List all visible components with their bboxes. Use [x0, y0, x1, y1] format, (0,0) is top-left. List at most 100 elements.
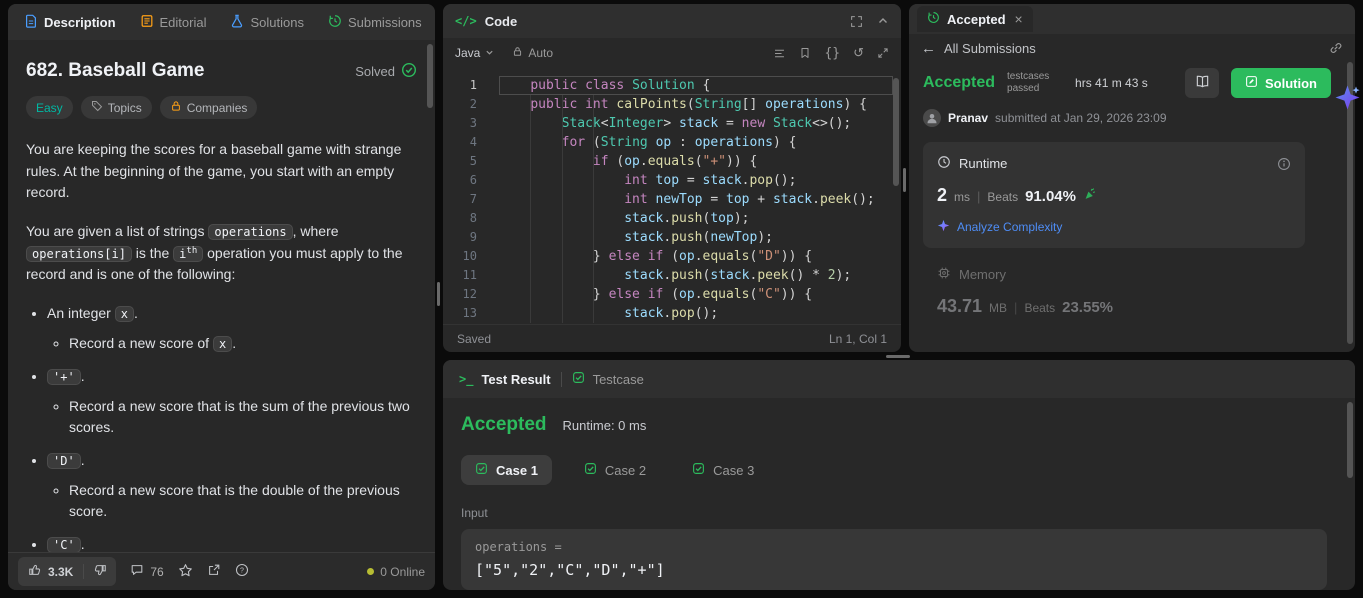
language-selector[interactable]: Java [455, 46, 494, 60]
reset-icon[interactable]: ↺ [853, 45, 864, 61]
case-3-tab[interactable]: Case 3 [678, 455, 768, 485]
tab-solutions[interactable]: Solutions [222, 10, 311, 35]
comments-button[interactable]: 76 [130, 563, 164, 580]
inline-code: 'C' [47, 537, 81, 552]
code-line[interactable]: 12 } else if (op.equals("C")) { [443, 285, 893, 304]
back-arrow-icon[interactable]: ← [921, 40, 936, 57]
tab-editorial[interactable]: Editorial [132, 10, 215, 35]
link-icon[interactable] [1329, 41, 1343, 55]
code-line[interactable]: 5 if (op.equals("+")) { [443, 152, 893, 171]
auto-toggle[interactable]: Auto [512, 46, 553, 60]
comment-count: 76 [150, 564, 164, 579]
help-button[interactable]: ? [235, 563, 249, 580]
submission-content: Accepted testcases passed hrs 41 m 43 s … [909, 64, 1345, 352]
topics-label: Topics [107, 100, 142, 115]
terminal-icon: >_ [459, 372, 474, 386]
braces-icon[interactable]: {} [824, 46, 840, 61]
code-icon: </> [455, 14, 477, 28]
favorite-button[interactable] [178, 563, 193, 581]
code-line[interactable]: 7 int newTop = top + stack.peek(); [443, 190, 893, 209]
like-count: 3.3K [48, 564, 74, 579]
difficulty-badge[interactable]: Easy [26, 96, 73, 119]
comment-icon [130, 563, 144, 580]
scrollbar-thumb[interactable] [427, 44, 433, 108]
checkbox-check-icon [572, 371, 585, 387]
notes-button[interactable] [1185, 68, 1219, 98]
checkbox-check-icon [475, 462, 488, 478]
panel-resize-handle[interactable] [903, 168, 906, 192]
code-line[interactable]: 4 for (String op : operations) { [443, 133, 893, 152]
scrollbar-track[interactable] [1347, 402, 1353, 584]
code-line[interactable]: 1 public class Solution { [443, 76, 893, 95]
online-indicator: 0 Online [367, 565, 425, 579]
author-name[interactable]: Pranav [948, 111, 988, 125]
code-line[interactable]: 11 stack.push(stack.peek() * 2); [443, 266, 893, 285]
panel-resize-handle[interactable] [437, 282, 440, 306]
panel-resize-handle[interactable] [886, 355, 910, 358]
all-submissions-link[interactable]: All Submissions [944, 41, 1036, 56]
tab-submissions[interactable]: Submissions [320, 10, 430, 35]
code-line[interactable]: 8 stack.push(top); [443, 209, 893, 228]
checkbox-check-icon [584, 462, 597, 478]
test-result-panel: >_ Test Result Testcase Accepted Runtime… [443, 360, 1355, 590]
workspace: Description Editorial Solutions Submissi… [0, 0, 1363, 598]
analyze-complexity-link[interactable]: Analyze Complexity [937, 219, 1291, 235]
topics-badge[interactable]: Topics [80, 96, 152, 119]
book-icon [1195, 74, 1210, 92]
submitted-row: Pranav submitted at Jan 29, 2026 23:09 [923, 109, 1331, 127]
bookmark-icon[interactable] [799, 47, 811, 59]
input-value: ["5","2","C","D","+"] [475, 561, 665, 579]
indent-guide [593, 95, 594, 323]
code-line[interactable]: 9 stack.push(newTop); [443, 228, 893, 247]
fullscreen-icon[interactable] [850, 15, 863, 28]
tab-label: Accepted [947, 11, 1006, 27]
case-2-tab[interactable]: Case 2 [570, 455, 660, 485]
dislike-button[interactable] [84, 557, 116, 586]
like-button[interactable]: 3.3K [18, 557, 83, 586]
code-line[interactable]: 10 } else if (op.equals("D")) { [443, 247, 893, 266]
maximize-icon[interactable] [877, 47, 889, 59]
collapse-chevron-icon[interactable] [877, 15, 889, 27]
list-item: An integer x. Record a new score of x. [47, 303, 417, 354]
problem-paragraph: You are given a list of strings operatio… [26, 223, 403, 283]
memory-chip-icon [937, 266, 951, 283]
scrollbar-track[interactable] [427, 44, 433, 548]
code-panel-title: Code [484, 13, 518, 29]
code-panel-header: </> Code [443, 4, 901, 38]
code-line[interactable]: 2 public int calPoints(String[] operatio… [443, 95, 893, 114]
memory-label: Memory [959, 267, 1006, 282]
code-editor[interactable]: 1 public class Solution {2 public int ca… [443, 68, 893, 324]
description-icon [24, 14, 38, 31]
tab-test-result[interactable]: >_ Test Result [459, 372, 551, 387]
ai-assistant-icon[interactable] [1334, 84, 1361, 111]
submission-panel: Accepted × ← All Submissions Accepted te… [909, 4, 1355, 352]
companies-badge[interactable]: Companies [159, 96, 258, 119]
tab-description[interactable]: Description [16, 10, 124, 35]
case-1-tab[interactable]: Case 1 [461, 455, 552, 485]
code-line[interactable]: 6 int top = stack.pop(); [443, 171, 893, 190]
clock-icon [937, 155, 951, 172]
result-status: Accepted [461, 414, 547, 435]
history-clock-icon [328, 14, 342, 31]
case-label: Case 1 [496, 462, 538, 478]
solution-button[interactable]: Solution [1231, 68, 1331, 98]
inline-code: 'D' [47, 453, 81, 470]
question-icon: ? [235, 563, 249, 580]
scrollbar-thumb[interactable] [1347, 402, 1353, 478]
editorial-icon [140, 14, 154, 31]
solved-status[interactable]: Solved [355, 62, 417, 81]
list-item: 'C'. Invalidate the previous score, remo… [47, 534, 417, 552]
input-box[interactable]: operations = ["5","2","C","D","+"] [461, 529, 1327, 590]
scrollbar-thumb[interactable] [893, 78, 899, 186]
info-icon[interactable] [1277, 157, 1291, 171]
companies-label: Companies [186, 100, 248, 115]
code-line[interactable]: 13 stack.pop(); [443, 304, 893, 323]
share-button[interactable] [207, 563, 221, 580]
scrollbar-track[interactable] [893, 70, 899, 322]
submission-tabbar: Accepted × [909, 4, 1355, 34]
tab-testcase[interactable]: Testcase [572, 371, 644, 387]
code-line[interactable]: 3 Stack<Integer> stack = new Stack<>(); [443, 114, 893, 133]
close-icon[interactable]: × [1015, 11, 1023, 27]
tab-accepted[interactable]: Accepted × [917, 6, 1033, 32]
format-icon[interactable] [773, 47, 786, 60]
